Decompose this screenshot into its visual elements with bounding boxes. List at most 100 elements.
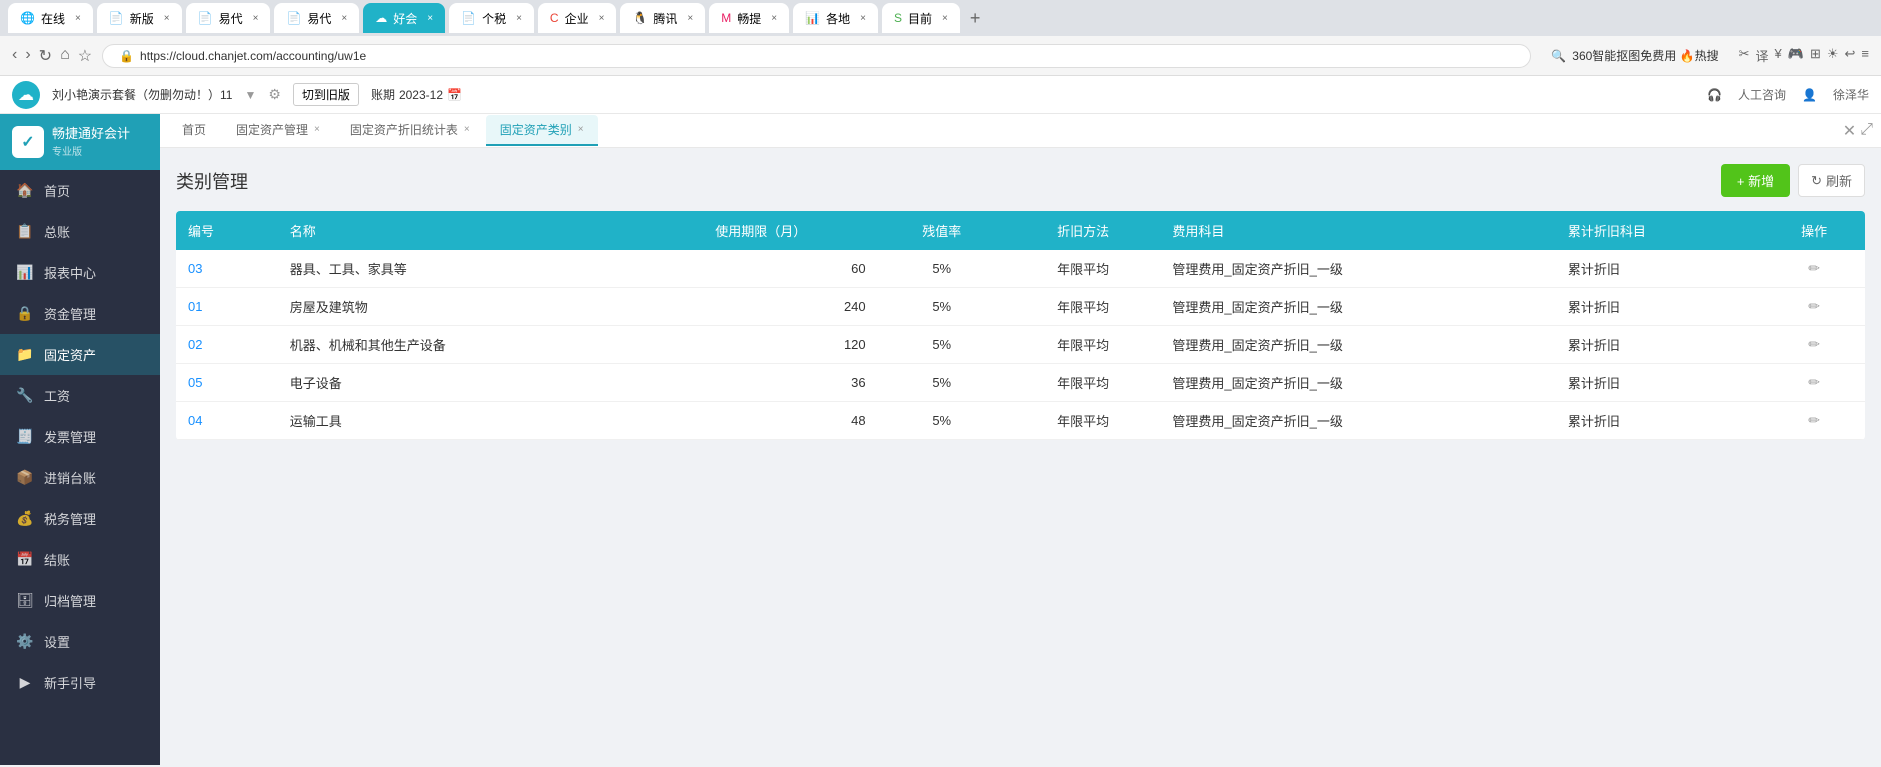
toolbar-buttons: ✂ 译 ¥ 🎮 ⊞ ☀ ↩ ≡ [1739, 46, 1869, 65]
sidebar-item-payroll[interactable]: 🔧 工资 [0, 375, 160, 416]
table-row: 04 运输工具 48 5% 年限平均 管理费用_固定资产折旧_一级 累计折旧 ✏ [176, 402, 1865, 440]
col-months: 使用期限（月） [644, 211, 878, 250]
user-dropdown-icon[interactable]: ▼ [244, 88, 256, 102]
sidebar-item-closing[interactable]: 📅 结账 [0, 539, 160, 580]
tab-home[interactable]: 首页 [168, 115, 220, 146]
browser-tab-yidai2[interactable]: 📄 易代 × [274, 3, 359, 33]
cell-expense-1: 管理费用_固定资产折旧_一级 [1160, 288, 1555, 326]
cell-code-1: 01 [176, 288, 278, 326]
browser-tab-changte[interactable]: M 畅提 × [709, 3, 789, 33]
url-bar[interactable]: 🔒 https://cloud.chanjet.com/accounting/u… [102, 44, 1531, 68]
add-category-btn[interactable]: + 新增 [1721, 164, 1790, 197]
tab-fixed-asset-mgmt[interactable]: 固定资产管理 × [222, 115, 334, 146]
cell-expense-2: 管理费用_固定资产折旧_一级 [1160, 326, 1555, 364]
tab-asset-category[interactable]: 固定资产类别 × [486, 115, 598, 146]
sidebar-label-settings: 设置 [44, 632, 70, 651]
cell-op-3[interactable]: ✏ [1763, 364, 1865, 402]
cell-expense-0: 管理费用_固定资产折旧_一级 [1160, 250, 1555, 288]
sun-icon[interactable]: ☀ [1827, 46, 1839, 65]
browser-tab-new[interactable]: 📄 新版 × [97, 3, 182, 33]
browser-tab-haohui[interactable]: ☁ 好会 × [363, 3, 445, 33]
sidebar-item-fixed-assets[interactable]: 📁 固定资产 [0, 334, 160, 375]
back-btn[interactable]: ‹ [12, 46, 17, 66]
settings-icon[interactable]: ⚙ [268, 86, 281, 103]
reload-btn[interactable]: ↻ [39, 46, 52, 66]
url-text: https://cloud.chanjet.com/accounting/uw1… [140, 49, 366, 63]
undo-icon[interactable]: ↩ [1845, 46, 1856, 65]
tab-fixed-asset-mgmt-label: 固定资产管理 [236, 121, 308, 138]
sidebar-item-ledger[interactable]: 📋 总账 [0, 211, 160, 252]
app-header: ☁ 刘小艳演示套餐（勿删勿动！）11 ▼ ⚙ 切到旧版 账期 2023-12 📅… [0, 76, 1881, 114]
cell-expense-4: 管理费用_固定资产折旧_一级 [1160, 402, 1555, 440]
browser-tab-geshuei[interactable]: 📄 个税 × [449, 3, 534, 33]
cell-code-3: 05 [176, 364, 278, 402]
switch-version-btn[interactable]: 切到旧版 [293, 83, 359, 106]
settings-nav-icon: ⚙️ [16, 633, 34, 651]
search-bar: 🔍 360智能抠图免费用 🔥热搜 [1541, 47, 1728, 64]
tab-asset-category-close[interactable]: × [578, 124, 584, 135]
edit-btn-2[interactable]: ✏ [1808, 336, 1820, 352]
sidebar-label-payroll: 工资 [44, 386, 70, 405]
cell-op-2[interactable]: ✏ [1763, 326, 1865, 364]
bookmark-btn[interactable]: ☆ [78, 46, 92, 66]
sidebar-item-home[interactable]: 🏠 首页 [0, 170, 160, 211]
cell-name-2: 机器、机械和其他生产设备 [278, 326, 644, 364]
cell-accum-0: 累计折旧 [1556, 250, 1763, 288]
refresh-btn[interactable]: ↻ 刷新 [1798, 164, 1865, 197]
archive-icon: 🗄 [16, 592, 34, 610]
sidebar-item-tax[interactable]: 💰 税务管理 [0, 498, 160, 539]
translate-icon[interactable]: 译 [1756, 46, 1769, 65]
cell-op-1[interactable]: ✏ [1763, 288, 1865, 326]
browser-tab-tengxun[interactable]: 🐧 腾讯 × [620, 3, 705, 33]
tab-expand-icon[interactable]: ⤢ [1860, 121, 1873, 141]
sidebar-item-guide[interactable]: ▶ 新手引导 [0, 662, 160, 703]
page-title: 类别管理 [176, 168, 248, 194]
cell-op-0[interactable]: ✏ [1763, 250, 1865, 288]
app-body: ✓ 畅捷通好会计 专业版 🏠 首页 📋 总账 📊 报表中心 🔒 资金管理 📁 固… [0, 114, 1881, 765]
edit-btn-4[interactable]: ✏ [1808, 412, 1820, 428]
cell-expense-3: 管理费用_固定资产折旧_一级 [1160, 364, 1555, 402]
ledger-icon: 📋 [16, 223, 34, 241]
forward-btn[interactable]: › [25, 46, 30, 66]
grid-icon[interactable]: ⊞ [1810, 46, 1821, 65]
table-row: 03 器具、工具、家具等 60 5% 年限平均 管理费用_固定资产折旧_一级 累… [176, 250, 1865, 288]
fixed-assets-icon: 📁 [16, 346, 34, 364]
reports-icon: 📊 [16, 264, 34, 282]
tab-close-icon[interactable]: ✕ [1843, 121, 1856, 141]
browser-tab-qiye[interactable]: C 企业 × [538, 3, 617, 33]
cell-op-4[interactable]: ✏ [1763, 402, 1865, 440]
search-icon: 🔍 [1551, 49, 1566, 63]
edit-btn-0[interactable]: ✏ [1808, 260, 1820, 276]
tab-fixed-asset-mgmt-close[interactable]: × [314, 124, 320, 135]
browser-tab-muqian[interactable]: S 目前 × [882, 3, 960, 33]
col-residual: 残值率 [878, 211, 1006, 250]
browser-tab-online[interactable]: 🌐 在线 × [8, 3, 93, 33]
tab-depreciation-table-close[interactable]: × [464, 124, 470, 135]
game-icon[interactable]: 🎮 [1788, 46, 1804, 65]
browser-tab-yidai1[interactable]: 📄 易代 × [186, 3, 271, 33]
sidebar-item-invoice[interactable]: 🧾 发票管理 [0, 416, 160, 457]
home-icon: 🏠 [16, 182, 34, 200]
menu-icon[interactable]: ≡ [1861, 46, 1869, 65]
col-expense: 费用科目 [1160, 211, 1555, 250]
period-label: 账期 [371, 86, 395, 103]
sidebar-item-funds[interactable]: 🔒 资金管理 [0, 293, 160, 334]
cut-icon[interactable]: ✂ [1739, 46, 1750, 65]
customer-service-text[interactable]: 人工咨询 [1738, 86, 1786, 103]
currency-icon[interactable]: ¥ [1775, 46, 1782, 65]
sidebar-item-reports[interactable]: 📊 报表中心 [0, 252, 160, 293]
new-tab-btn[interactable]: + [970, 8, 981, 29]
sidebar-item-settings[interactable]: ⚙️ 设置 [0, 621, 160, 662]
tab-depreciation-table[interactable]: 固定资产折旧统计表 × [336, 115, 484, 146]
edit-btn-1[interactable]: ✏ [1808, 298, 1820, 314]
cell-name-3: 电子设备 [278, 364, 644, 402]
sidebar-label-funds: 资金管理 [44, 304, 96, 323]
cell-name-0: 器具、工具、家具等 [278, 250, 644, 288]
calendar-icon[interactable]: 📅 [447, 88, 462, 102]
home-btn[interactable]: ⌂ [60, 46, 70, 66]
sidebar-item-inventory[interactable]: 📦 进销台账 [0, 457, 160, 498]
sidebar-item-archive[interactable]: 🗄 归档管理 [0, 580, 160, 621]
cell-residual-1: 5% [878, 288, 1006, 326]
edit-btn-3[interactable]: ✏ [1808, 374, 1820, 390]
browser-tab-gedi[interactable]: 📊 各地 × [793, 3, 878, 33]
